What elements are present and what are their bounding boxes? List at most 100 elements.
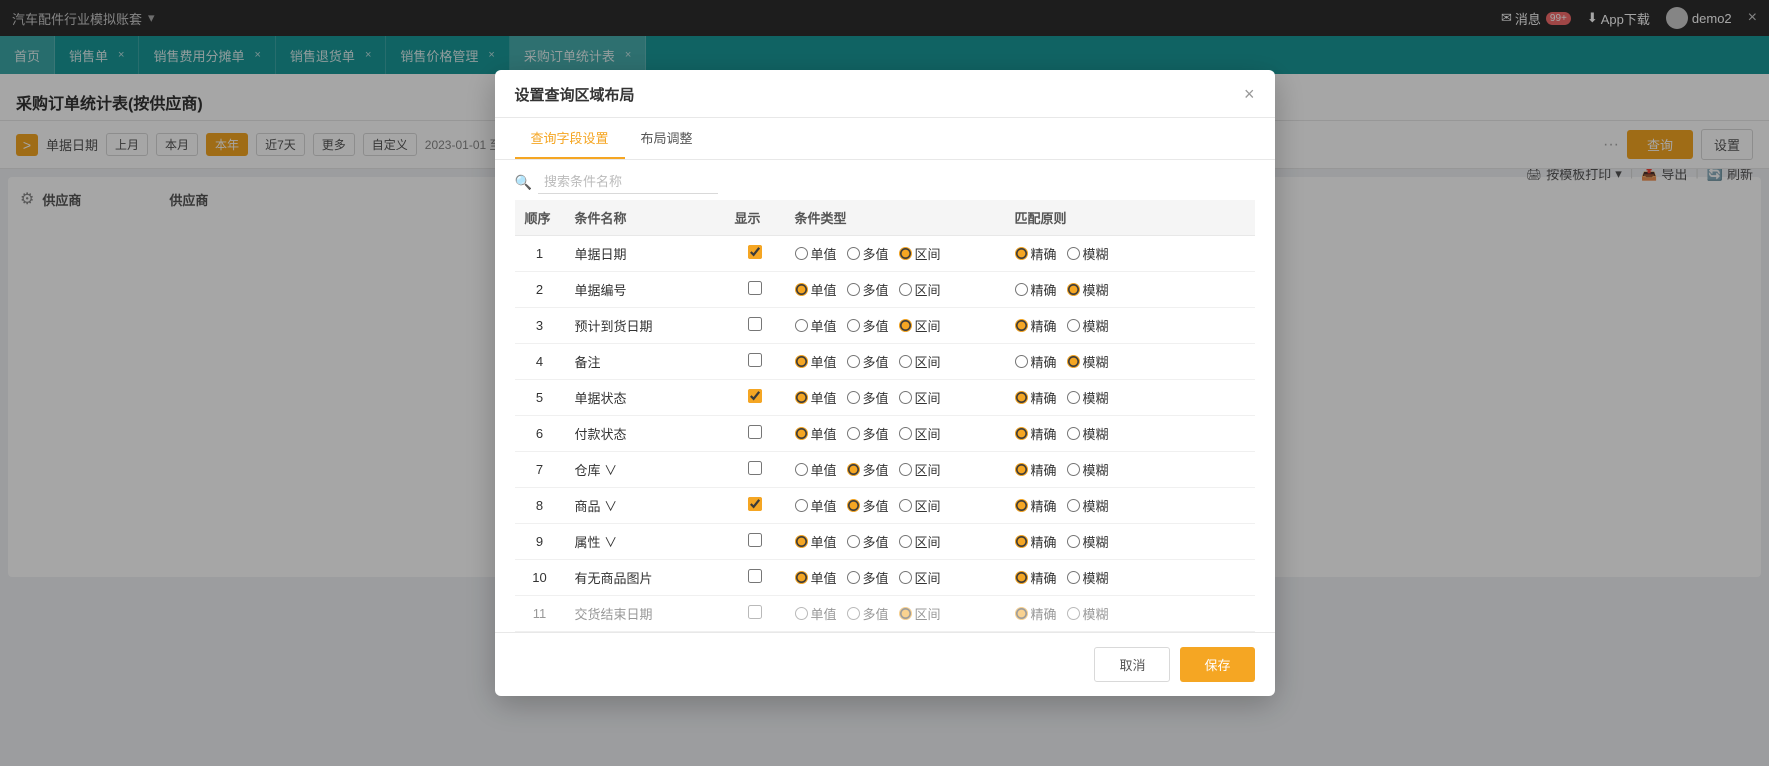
search-input[interactable] xyxy=(538,170,718,194)
type-radio-单值[interactable]: 单值 xyxy=(795,316,837,335)
type-radio-input-单值[interactable] xyxy=(795,499,808,512)
type-radio-input-多值[interactable] xyxy=(847,427,860,440)
match-radio-模糊[interactable]: 模糊 xyxy=(1067,496,1109,515)
type-radio-input-单值[interactable] xyxy=(795,535,808,548)
match-radio-input-精确[interactable] xyxy=(1015,463,1028,476)
match-radio-精确[interactable]: 精确 xyxy=(1015,388,1057,407)
type-radio-单值[interactable]: 单值 xyxy=(795,604,837,623)
type-radio-input-区间[interactable] xyxy=(899,355,912,368)
type-radio-区间[interactable]: 区间 xyxy=(899,316,941,335)
match-radio-input-精确[interactable] xyxy=(1015,283,1028,296)
match-radio-input-模糊[interactable] xyxy=(1067,607,1080,620)
type-radio-input-区间[interactable] xyxy=(899,427,912,440)
type-radio-区间[interactable]: 区间 xyxy=(899,604,941,623)
type-radio-单值[interactable]: 单值 xyxy=(795,244,837,263)
type-radio-input-单值[interactable] xyxy=(795,427,808,440)
match-radio-input-模糊[interactable] xyxy=(1067,427,1080,440)
type-radio-单值[interactable]: 单值 xyxy=(795,424,837,443)
match-radio-精确[interactable]: 精确 xyxy=(1015,280,1057,299)
display-checkbox[interactable] xyxy=(748,317,762,331)
type-radio-input-单值[interactable] xyxy=(795,607,808,620)
type-radio-多值[interactable]: 多值 xyxy=(847,604,889,623)
type-radio-单值[interactable]: 单值 xyxy=(795,568,837,587)
match-radio-input-精确[interactable] xyxy=(1015,247,1028,260)
match-radio-input-精确[interactable] xyxy=(1015,499,1028,512)
match-radio-模糊[interactable]: 模糊 xyxy=(1067,316,1109,335)
match-radio-input-模糊[interactable] xyxy=(1067,499,1080,512)
type-radio-input-多值[interactable] xyxy=(847,499,860,512)
type-radio-input-区间[interactable] xyxy=(899,571,912,584)
match-radio-input-模糊[interactable] xyxy=(1067,571,1080,584)
type-radio-区间[interactable]: 区间 xyxy=(899,496,941,515)
match-radio-模糊[interactable]: 模糊 xyxy=(1067,244,1109,263)
type-radio-单值[interactable]: 单值 xyxy=(795,388,837,407)
match-radio-精确[interactable]: 精确 xyxy=(1015,424,1057,443)
type-radio-input-多值[interactable] xyxy=(847,391,860,404)
type-radio-单值[interactable]: 单值 xyxy=(795,352,837,371)
display-checkbox[interactable] xyxy=(748,425,762,439)
type-radio-多值[interactable]: 多值 xyxy=(847,496,889,515)
match-radio-input-模糊[interactable] xyxy=(1067,283,1080,296)
dialog-close-btn[interactable]: × xyxy=(1244,84,1255,105)
match-radio-input-模糊[interactable] xyxy=(1067,391,1080,404)
display-checkbox[interactable] xyxy=(748,533,762,547)
display-checkbox[interactable] xyxy=(748,461,762,475)
type-radio-单值[interactable]: 单值 xyxy=(795,532,837,551)
type-radio-区间[interactable]: 区间 xyxy=(899,244,941,263)
match-radio-input-模糊[interactable] xyxy=(1067,355,1080,368)
type-radio-区间[interactable]: 区间 xyxy=(899,460,941,479)
display-checkbox[interactable] xyxy=(748,497,762,511)
type-radio-单值[interactable]: 单值 xyxy=(795,496,837,515)
type-radio-input-多值[interactable] xyxy=(847,463,860,476)
type-radio-input-单值[interactable] xyxy=(795,391,808,404)
type-radio-input-区间[interactable] xyxy=(899,499,912,512)
match-radio-模糊[interactable]: 模糊 xyxy=(1067,424,1109,443)
type-radio-区间[interactable]: 区间 xyxy=(899,568,941,587)
type-radio-input-单值[interactable] xyxy=(795,571,808,584)
display-checkbox[interactable] xyxy=(748,245,762,259)
type-radio-多值[interactable]: 多值 xyxy=(847,532,889,551)
type-radio-input-区间[interactable] xyxy=(899,535,912,548)
type-radio-input-多值[interactable] xyxy=(847,535,860,548)
match-radio-精确[interactable]: 精确 xyxy=(1015,496,1057,515)
match-radio-input-精确[interactable] xyxy=(1015,319,1028,332)
match-radio-精确[interactable]: 精确 xyxy=(1015,532,1057,551)
type-radio-input-区间[interactable] xyxy=(899,319,912,332)
match-radio-模糊[interactable]: 模糊 xyxy=(1067,604,1109,623)
type-radio-区间[interactable]: 区间 xyxy=(899,388,941,407)
type-radio-单值[interactable]: 单值 xyxy=(795,460,837,479)
type-radio-input-区间[interactable] xyxy=(899,283,912,296)
display-checkbox[interactable] xyxy=(748,389,762,403)
match-radio-模糊[interactable]: 模糊 xyxy=(1067,532,1109,551)
match-radio-input-精确[interactable] xyxy=(1015,535,1028,548)
match-radio-模糊[interactable]: 模糊 xyxy=(1067,280,1109,299)
match-radio-input-模糊[interactable] xyxy=(1067,463,1080,476)
display-checkbox[interactable] xyxy=(748,605,762,619)
type-radio-区间[interactable]: 区间 xyxy=(899,532,941,551)
match-radio-input-精确[interactable] xyxy=(1015,391,1028,404)
match-radio-模糊[interactable]: 模糊 xyxy=(1067,352,1109,371)
type-radio-input-多值[interactable] xyxy=(847,319,860,332)
type-radio-单值[interactable]: 单值 xyxy=(795,280,837,299)
type-radio-input-多值[interactable] xyxy=(847,355,860,368)
type-radio-input-区间[interactable] xyxy=(899,247,912,260)
type-radio-input-单值[interactable] xyxy=(795,247,808,260)
match-radio-input-精确[interactable] xyxy=(1015,427,1028,440)
type-radio-input-单值[interactable] xyxy=(795,319,808,332)
type-radio-input-区间[interactable] xyxy=(899,463,912,476)
save-button[interactable]: 保存 xyxy=(1180,647,1254,682)
type-radio-区间[interactable]: 区间 xyxy=(899,280,941,299)
match-radio-input-模糊[interactable] xyxy=(1067,247,1080,260)
display-checkbox[interactable] xyxy=(748,281,762,295)
type-radio-多值[interactable]: 多值 xyxy=(847,388,889,407)
display-checkbox[interactable] xyxy=(748,569,762,583)
tab-layout-adjust[interactable]: 布局调整 xyxy=(625,118,709,159)
cancel-button[interactable]: 取消 xyxy=(1094,647,1170,682)
match-radio-精确[interactable]: 精确 xyxy=(1015,604,1057,623)
type-radio-input-区间[interactable] xyxy=(899,391,912,404)
match-radio-input-模糊[interactable] xyxy=(1067,535,1080,548)
type-radio-多值[interactable]: 多值 xyxy=(847,280,889,299)
match-radio-input-精确[interactable] xyxy=(1015,571,1028,584)
match-radio-精确[interactable]: 精确 xyxy=(1015,244,1057,263)
type-radio-区间[interactable]: 区间 xyxy=(899,424,941,443)
